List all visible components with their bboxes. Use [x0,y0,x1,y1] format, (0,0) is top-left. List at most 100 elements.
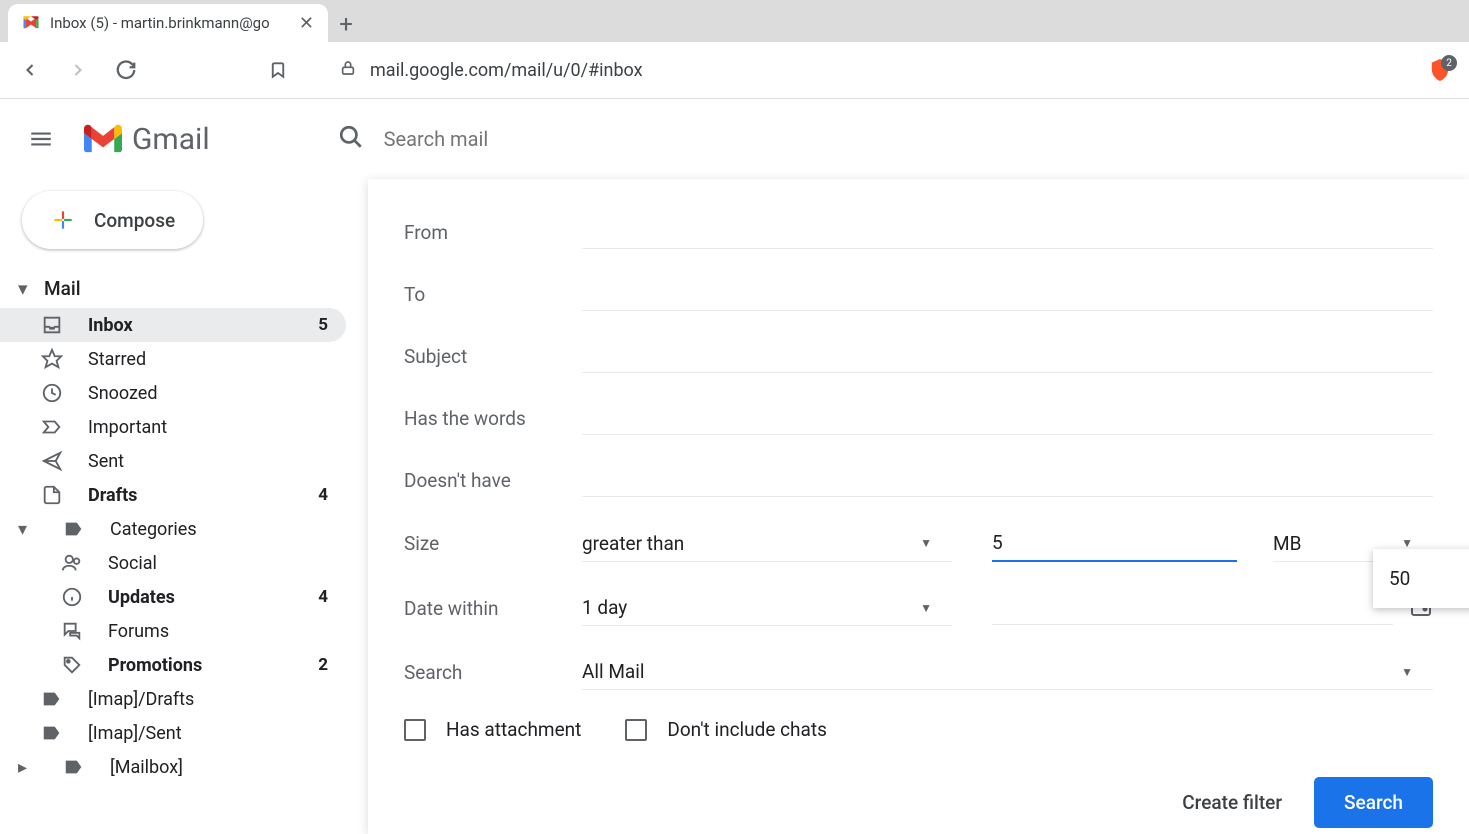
compose-label: Compose [94,209,175,232]
gmail-logo[interactable]: Gmail [84,122,210,157]
dont-include-chats-checkbox[interactable]: Don't include chats [625,718,827,741]
lock-icon [340,60,356,81]
url-text: mail.google.com/mail/u/0/#inbox [370,60,643,81]
label-icon [62,756,86,778]
inbox-count: 5 [318,315,328,335]
tab-title: Inbox (5) - martin.brinkmann@go [50,14,270,32]
sidebar-item-starred[interactable]: Starred [0,342,346,376]
reload-button[interactable] [114,58,138,82]
brave-badge-count: 2 [1441,55,1457,71]
tab-close-icon[interactable]: ✕ [299,13,314,34]
to-label: To [404,283,582,306]
sidebar-item-label: [Imap]/Sent [88,723,182,744]
checkbox-icon [404,719,426,741]
sidebar-item-sent[interactable]: Sent [0,444,346,478]
autocomplete-item[interactable]: 50 [1373,549,1469,608]
to-input[interactable] [582,277,1433,311]
sidebar-item-label: Promotions [108,655,202,676]
new-tab-button[interactable]: + [328,6,364,42]
sidebar-item-important[interactable]: Important [0,410,346,444]
bookmark-button[interactable] [266,58,290,82]
sidebar-item-promotions[interactable]: Promotions 2 [0,648,346,682]
brave-shield-icon[interactable]: 2 [1429,57,1451,83]
date-input[interactable] [992,591,1393,625]
subject-label: Subject [404,345,582,368]
size-unit-value: MB [1273,532,1301,555]
search-icon [338,124,364,154]
sidebar-item-social[interactable]: Social [0,546,346,580]
sidebar-item-inbox[interactable]: Inbox 5 [0,308,346,342]
has-attachment-label: Has attachment [446,718,581,741]
sidebar-item-imap-drafts[interactable]: [Imap]/Drafts [0,682,346,716]
chevron-down-icon: ▾ [18,277,30,300]
compose-button[interactable]: Compose [22,191,203,249]
search-scope-label: Search [404,661,582,684]
date-within-select[interactable]: 1 day ▼ [582,590,952,626]
dont-include-chats-label: Don't include chats [667,718,827,741]
sidebar: Compose ▾ Mail Inbox 5 Starred Snoozed I… [0,179,368,834]
promotions-count: 2 [318,655,328,675]
tag-icon [60,654,84,676]
sidebar-item-drafts[interactable]: Drafts 4 [0,478,346,512]
sidebar-item-label: Important [88,417,167,438]
from-label: From [404,221,582,244]
label-icon [62,518,86,540]
sidebar-item-label: Snoozed [88,383,158,404]
label-icon [40,688,64,710]
dropdown-arrow-icon: ▼ [1401,536,1413,550]
important-icon [40,416,64,438]
sidebar-item-snoozed[interactable]: Snoozed [0,376,346,410]
create-filter-button[interactable]: Create filter [1182,791,1282,814]
size-value-input[interactable] [992,525,1237,562]
search-filter-panel: From To Subject Has the words Doesn't ha… [368,179,1469,834]
has-attachment-checkbox[interactable]: Has attachment [404,718,581,741]
from-input[interactable] [582,215,1433,249]
mail-section-label: Mail [44,277,81,300]
search-bar[interactable] [320,109,1451,169]
forums-icon [60,620,84,642]
sidebar-item-imap-sent[interactable]: [Imap]/Sent [0,716,346,750]
has-words-label: Has the words [404,407,582,430]
label-icon [40,722,64,744]
autocomplete-dropdown: 50 [1373,549,1469,608]
has-words-input[interactable] [582,401,1433,435]
checkbox-icon [625,719,647,741]
date-within-label: Date within [404,597,582,620]
inbox-icon [40,314,64,336]
browser-tab[interactable]: Inbox (5) - martin.brinkmann@go ✕ [8,4,328,42]
doesnt-have-input[interactable] [582,463,1433,497]
doesnt-have-label: Doesn't have [404,469,582,492]
sent-icon [40,450,64,472]
people-icon [60,552,84,574]
size-label: Size [404,532,582,555]
sidebar-item-mailbox[interactable]: ▸ [Mailbox] [0,750,346,784]
sidebar-item-categories[interactable]: ▾ Categories [0,512,346,546]
mail-section-header[interactable]: ▾ Mail [0,269,368,308]
sidebar-item-updates[interactable]: Updates 4 [0,580,346,614]
gmail-header: Gmail [0,99,1469,179]
url-bar[interactable]: mail.google.com/mail/u/0/#inbox [322,50,1405,90]
plus-icon [50,207,76,233]
sidebar-item-label: Social [108,553,157,574]
subject-input[interactable] [582,339,1433,373]
sidebar-item-forums[interactable]: Forums [0,614,346,648]
search-scope-select[interactable]: All Mail ▼ [582,654,1433,690]
sidebar-item-label: Drafts [88,485,137,506]
search-button[interactable]: Search [1314,777,1433,828]
sidebar-item-label: [Mailbox] [110,757,183,778]
sidebar-item-label: Forums [108,621,169,642]
chevron-down-icon: ▾ [18,519,30,540]
clock-icon [40,382,64,404]
sidebar-item-label: Inbox [88,315,133,336]
browser-toolbar: mail.google.com/mail/u/0/#inbox 2 [0,42,1469,99]
size-operator-select[interactable]: greater than ▼ [582,526,952,562]
sidebar-item-label: Categories [110,519,197,540]
sidebar-item-label: Sent [88,451,124,472]
main-menu-button[interactable] [18,116,64,162]
back-button[interactable] [18,58,42,82]
gmail-logo-text: Gmail [132,122,210,157]
chevron-right-icon: ▸ [18,757,30,778]
search-input[interactable] [384,127,1433,151]
date-within-value: 1 day [582,596,627,619]
forward-button[interactable] [66,58,90,82]
